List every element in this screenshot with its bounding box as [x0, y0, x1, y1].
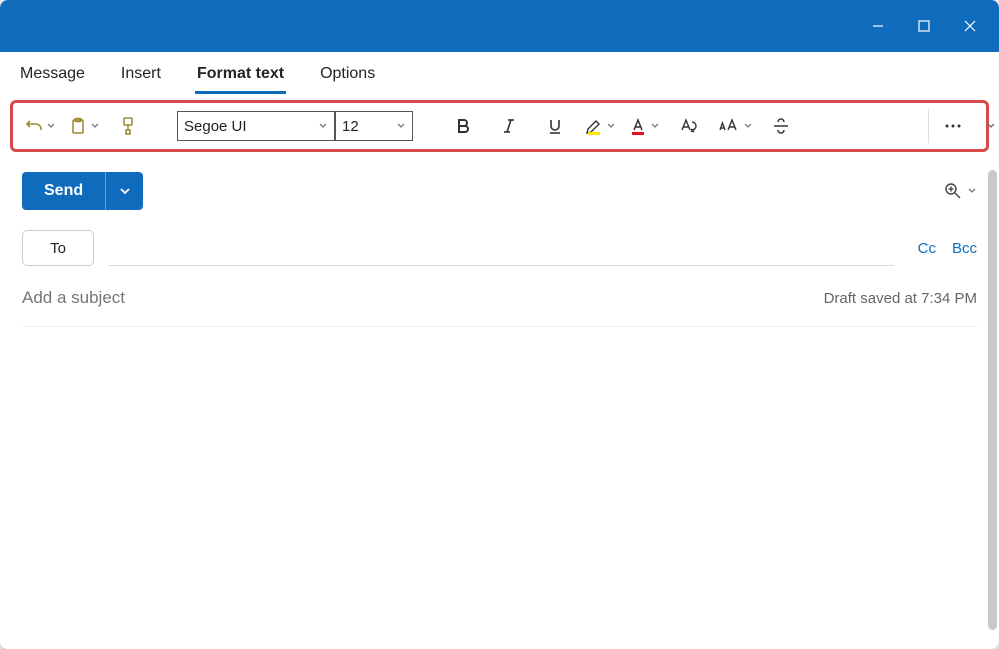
tab-insert[interactable]: Insert: [119, 55, 163, 93]
message-body[interactable]: [22, 326, 977, 649]
zoom-control[interactable]: [943, 181, 977, 201]
paste-button[interactable]: [67, 109, 101, 143]
maximize-button[interactable]: [901, 6, 947, 46]
format-text-ribbon: Segoe UI 12: [10, 100, 989, 152]
font-size-value: 12: [342, 118, 359, 135]
ribbon-expand-toggle[interactable]: [984, 114, 998, 138]
highlight-color-button[interactable]: [583, 109, 617, 143]
change-case-button[interactable]: [717, 109, 753, 143]
send-button[interactable]: Send: [22, 172, 105, 210]
to-button[interactable]: To: [22, 230, 94, 266]
ribbon-overflow-button[interactable]: [928, 109, 976, 143]
italic-button[interactable]: [491, 108, 527, 144]
tab-message[interactable]: Message: [18, 55, 87, 93]
send-options-button[interactable]: [105, 172, 143, 210]
subject-input[interactable]: [22, 288, 595, 308]
close-button[interactable]: [947, 6, 993, 46]
bold-button[interactable]: [445, 108, 481, 144]
font-name-select[interactable]: Segoe UI: [177, 111, 335, 141]
send-group: Send: [22, 172, 143, 210]
format-painter-button[interactable]: [111, 109, 145, 143]
cc-bcc-links: Cc Bcc: [908, 240, 977, 257]
tab-format-text[interactable]: Format text: [195, 55, 286, 93]
underline-button[interactable]: [537, 108, 573, 144]
scrollbar[interactable]: [988, 170, 997, 630]
minimize-button[interactable]: [855, 6, 901, 46]
ribbon-tabs: Message Insert Format text Options: [0, 52, 999, 96]
tab-options[interactable]: Options: [318, 55, 377, 93]
bcc-link[interactable]: Bcc: [952, 240, 977, 257]
compose-window: Message Insert Format text Options: [0, 0, 999, 649]
draft-status: Draft saved at 7:34 PM: [824, 290, 977, 307]
strikethrough-button[interactable]: [763, 108, 799, 144]
to-field[interactable]: [108, 230, 894, 266]
font-controls: Segoe UI 12: [177, 111, 413, 141]
titlebar: [0, 0, 999, 52]
font-name-value: Segoe UI: [184, 118, 247, 135]
cc-link[interactable]: Cc: [918, 240, 936, 257]
clear-formatting-button[interactable]: [671, 108, 707, 144]
font-size-select[interactable]: 12: [335, 111, 413, 141]
font-color-button[interactable]: [627, 109, 661, 143]
undo-button[interactable]: [23, 109, 57, 143]
compose-area: Send To Cc Bcc Draft saved at 7:34: [0, 152, 999, 649]
